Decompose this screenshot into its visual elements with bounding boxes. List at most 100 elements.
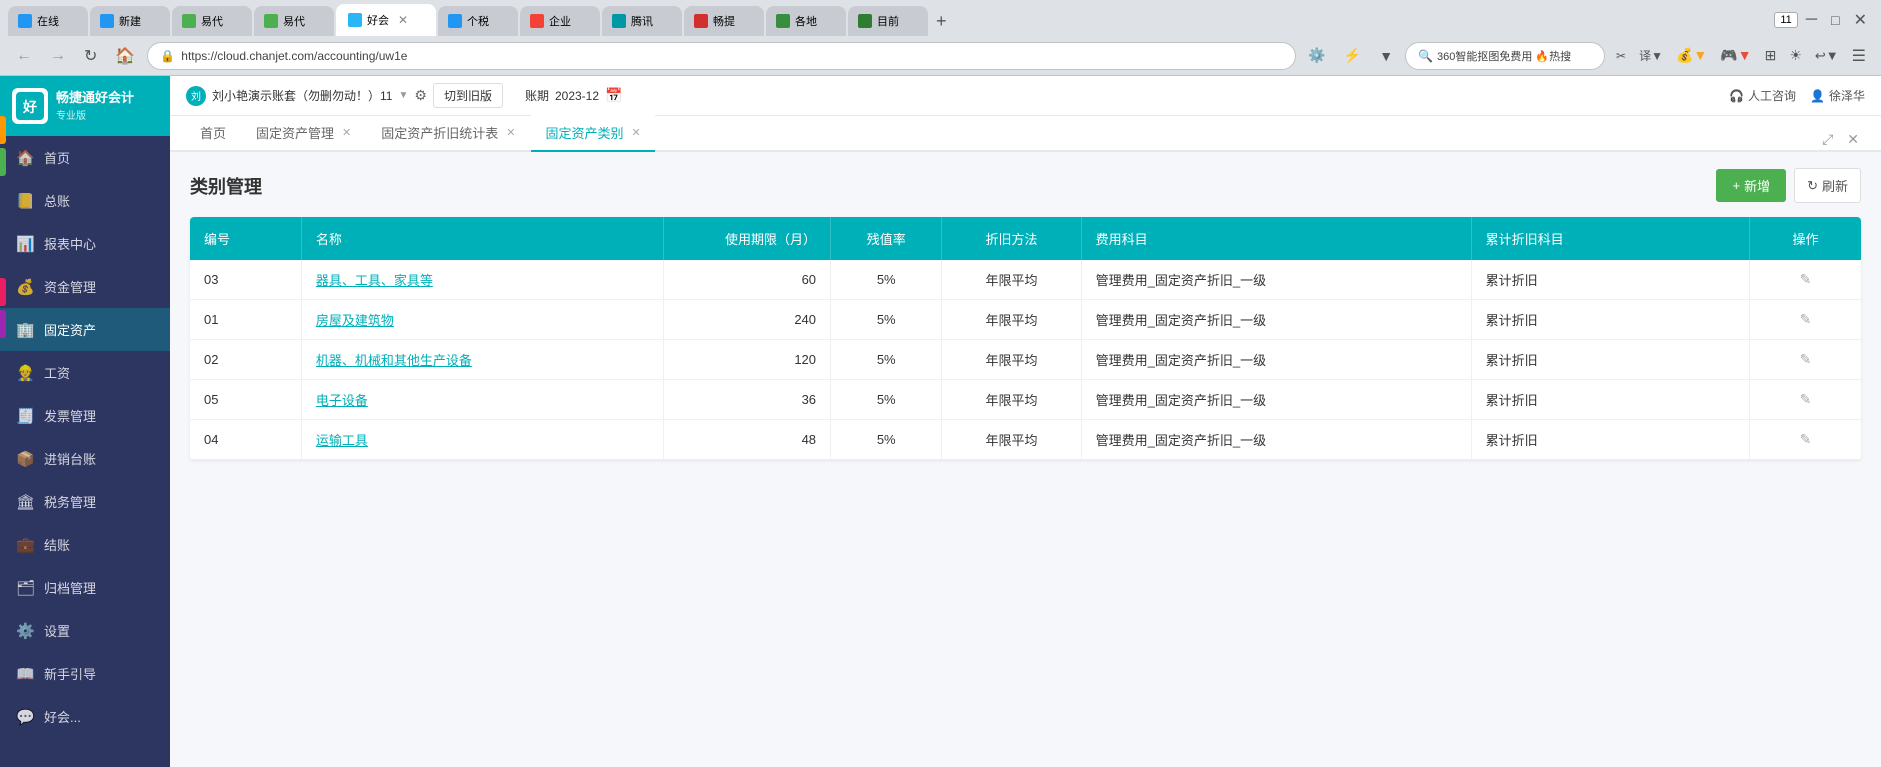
more-menu[interactable]: ☰	[1847, 44, 1871, 68]
expand-button[interactable]: ▼	[1373, 45, 1399, 67]
page-tab-fixed-assets[interactable]: 固定资产管理 ✕	[242, 115, 365, 152]
row4-method: 年限平均	[942, 380, 1081, 420]
sidebar-label-ledger: 总账	[44, 191, 70, 210]
sidebar-label-payroll: 工资	[44, 363, 70, 382]
currency-tool[interactable]: 💰▼	[1671, 45, 1712, 66]
search-bar[interactable]: 🔍 360智能抠图免费用 🔥热搜	[1405, 42, 1605, 70]
refresh-button[interactable]: ↻ 刷新	[1794, 168, 1861, 203]
edit-icon-row4[interactable]: ✎	[1800, 391, 1812, 407]
sidebar-item-guide[interactable]: 📖 新手引导	[0, 652, 170, 695]
edit-icon-row2[interactable]: ✎	[1800, 311, 1812, 327]
user-info: 刘 刘小艳演示账套（勿删勿动！）11 ▼ ⚙ 切到旧版	[186, 83, 503, 108]
back-button[interactable]: ←	[10, 44, 38, 68]
game-tool[interactable]: 🎮▼	[1715, 45, 1756, 66]
sun-tool[interactable]: ☀	[1784, 45, 1807, 66]
row2-action[interactable]: ✎	[1750, 300, 1861, 340]
chat-icon: 💬	[16, 708, 34, 726]
settings-gear-icon[interactable]: ⚙	[414, 87, 427, 104]
sidebar-item-archive[interactable]: 🗂 归档管理	[0, 566, 170, 609]
calendar-icon[interactable]: 📅	[605, 87, 622, 104]
col-header-months: 使用期限（月）	[663, 217, 830, 260]
sidebar-item-general-ledger[interactable]: 📒 总账	[0, 179, 170, 222]
sidebar-item-reports[interactable]: 📊 报表中心	[0, 222, 170, 265]
sidebar-label-home: 首页	[44, 148, 70, 167]
close-window[interactable]: ✕	[1848, 8, 1873, 32]
browser-tab-9[interactable]: 畅提	[684, 6, 764, 36]
page-tab-category[interactable]: 固定资产类别 ✕	[531, 115, 654, 152]
sidebar-item-close-period[interactable]: 💼 结账	[0, 523, 170, 566]
user-profile[interactable]: 👤 徐泽华	[1810, 87, 1865, 104]
page-tab-home[interactable]: 首页	[186, 115, 240, 152]
row5-expense: 管理费用_固定资产折旧_一级	[1081, 420, 1471, 460]
sidebar-item-settings[interactable]: ⚙️ 设置	[0, 609, 170, 652]
sidebar-item-fixed-assets[interactable]: 🏢 固定资产	[0, 308, 170, 351]
tab3-label: 易代	[201, 13, 223, 29]
inventory-icon: 📦	[16, 450, 34, 468]
assets-tab-close[interactable]: ✕	[342, 126, 351, 139]
refresh-icon: ↻	[1807, 178, 1818, 194]
row3-action[interactable]: ✎	[1750, 340, 1861, 380]
page-header: 类别管理 + 新增 ↻ 刷新	[190, 168, 1861, 203]
sidebar-label-close: 结账	[44, 535, 70, 554]
browser-tab-5-active[interactable]: 好会 ✕	[336, 4, 436, 36]
edit-icon-row3[interactable]: ✎	[1800, 351, 1812, 367]
tab2-label: 新建	[119, 13, 141, 29]
row4-action[interactable]: ✎	[1750, 380, 1861, 420]
minimize-window[interactable]: ─	[1800, 9, 1823, 31]
browser-tab-2[interactable]: 新建	[90, 6, 170, 36]
browser-tab-8[interactable]: 腾讯	[602, 6, 682, 36]
browser-toolbar-right: ✂ 译▼ 💰▼ 🎮▼ ⊞ ☀ ↩▼ ☰	[1611, 44, 1871, 68]
page-tab-bar: 首页 固定资产管理 ✕ 固定资产折旧统计表 ✕ 固定资产类别 ✕ ⤢ ✕	[170, 116, 1881, 152]
maximize-window[interactable]: □	[1825, 10, 1845, 30]
sidebar-item-payroll[interactable]: 👷 工资	[0, 351, 170, 394]
new-tab-button[interactable]: +	[930, 11, 953, 32]
cut-tool[interactable]: ✂	[1611, 47, 1631, 65]
sidebar-item-home[interactable]: 🏠 首页	[0, 136, 170, 179]
sidebar-item-invoices[interactable]: 🧾 发票管理	[0, 394, 170, 437]
edit-icon-row1[interactable]: ✎	[1800, 271, 1812, 287]
logo-text: 畅捷通好会计	[56, 90, 134, 107]
row4-residual: 5%	[831, 380, 942, 420]
period-label: 账期	[525, 87, 549, 104]
assets-tab-label: 固定资产管理	[256, 123, 334, 142]
sidebar-item-chat[interactable]: 💬 好会...	[0, 695, 170, 738]
edit-icon-row5[interactable]: ✎	[1800, 431, 1812, 447]
browser-tab-6[interactable]: 个税	[438, 6, 518, 36]
browser-tab-11[interactable]: 目前	[848, 6, 928, 36]
sidebar-item-inventory[interactable]: 📦 进销台账	[0, 437, 170, 480]
tab-close-all[interactable]: ✕	[1841, 129, 1865, 150]
browser-tab-10[interactable]: 各地	[766, 6, 846, 36]
tab5-close[interactable]: ✕	[398, 13, 408, 27]
ssl-icon: 🔒	[160, 49, 175, 63]
sidebar-item-tax[interactable]: 🏛 税务管理	[0, 480, 170, 523]
add-category-button[interactable]: + 新增	[1716, 169, 1786, 202]
user-dropdown[interactable]: ▼	[398, 90, 408, 101]
address-bar[interactable]: 🔒 https://cloud.chanjet.com/accounting/u…	[147, 42, 1296, 70]
tab-maximize[interactable]: ⤢	[1816, 129, 1839, 150]
depreciation-tab-close[interactable]: ✕	[506, 126, 515, 139]
switch-version-btn[interactable]: 切到旧版	[433, 83, 503, 108]
browser-tab-1[interactable]: 在线	[8, 6, 88, 36]
browser-tab-3[interactable]: 易代	[172, 6, 252, 36]
logo-subtext: 专业版	[56, 107, 134, 122]
accent-bar-1	[0, 116, 6, 144]
bookmark-button[interactable]: ⚡	[1338, 44, 1367, 67]
history-back[interactable]: ↩▼	[1810, 46, 1844, 66]
close-period-icon: 💼	[16, 536, 34, 554]
tab6-label: 个税	[467, 13, 489, 29]
browser-tab-4[interactable]: 易代	[254, 6, 334, 36]
sidebar-item-funds[interactable]: 💰 资金管理	[0, 265, 170, 308]
extensions-button[interactable]: ⚙️	[1302, 44, 1331, 67]
consult-btn[interactable]: 🎧 人工咨询	[1729, 87, 1796, 104]
forward-button[interactable]: →	[44, 44, 72, 68]
home-button[interactable]: 🏠	[109, 43, 141, 69]
row1-action[interactable]: ✎	[1750, 260, 1861, 300]
category-tab-close[interactable]: ✕	[632, 126, 641, 139]
row5-action[interactable]: ✎	[1750, 420, 1861, 460]
grid-tool[interactable]: ⊞	[1760, 45, 1782, 66]
row2-expense: 管理费用_固定资产折旧_一级	[1081, 300, 1471, 340]
translate-tool[interactable]: 译▼	[1634, 45, 1668, 66]
reload-button[interactable]: ↻	[78, 43, 103, 69]
browser-tab-7[interactable]: 企业	[520, 6, 600, 36]
page-tab-depreciation[interactable]: 固定资产折旧统计表 ✕	[367, 115, 529, 152]
